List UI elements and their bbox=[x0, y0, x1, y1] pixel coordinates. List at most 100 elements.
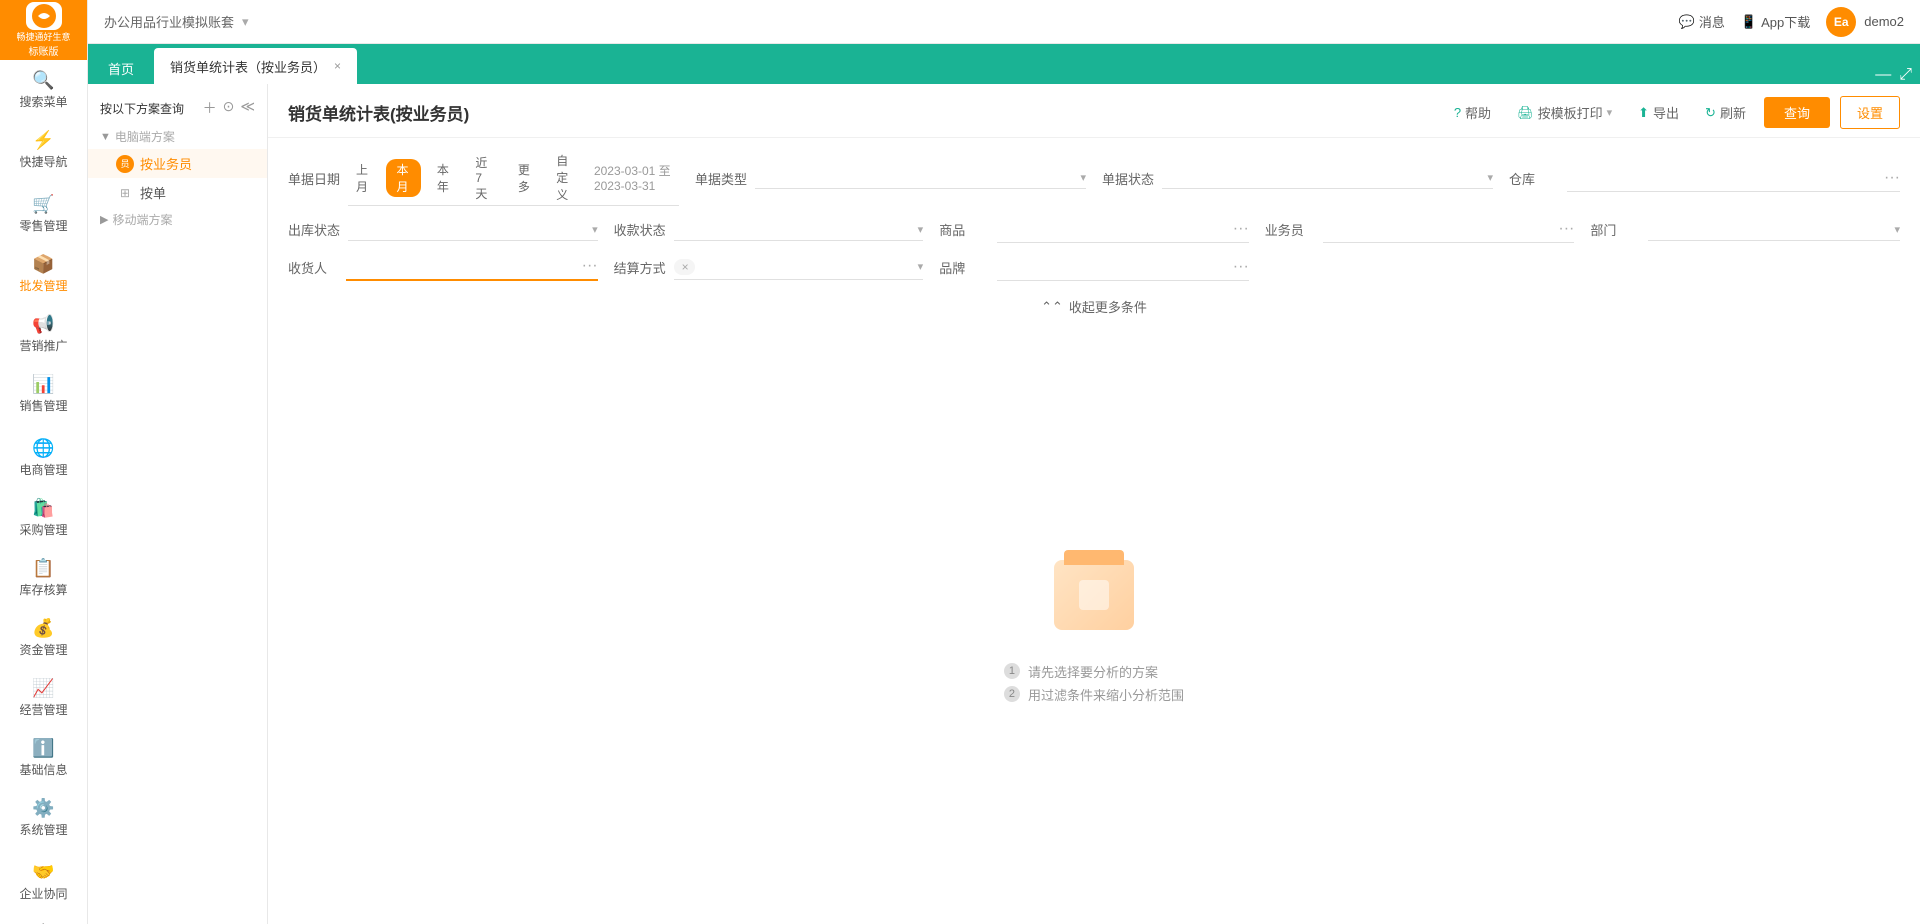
tab-home[interactable]: 首页 bbox=[88, 52, 154, 84]
tab-minimize-button[interactable]: — bbox=[1875, 66, 1891, 84]
date-last-7days[interactable]: 近7天 bbox=[467, 152, 501, 204]
tree-item-by-salesperson[interactable]: 员 按业务员 bbox=[88, 149, 267, 178]
tip-text-1: 请先选择要分析的方案 bbox=[1028, 662, 1158, 681]
settlement-clear-x[interactable]: × bbox=[682, 260, 689, 274]
breadcrumb-dropdown-icon[interactable]: ▾ bbox=[242, 14, 249, 30]
doc-type-select[interactable]: ▾ bbox=[755, 167, 1086, 189]
tip-num-2: 2 bbox=[1004, 686, 1020, 702]
outbound-label: 出库状态 bbox=[288, 220, 340, 239]
empty-tip-1: 1 请先选择要分析的方案 bbox=[1004, 662, 1184, 681]
inventory-icon: 📋 bbox=[32, 558, 54, 579]
empty-tips: 1 请先选择要分析的方案 2 用过滤条件来缩小分析范围 bbox=[1004, 662, 1184, 708]
filter-item-doc-status: 单据状态 ▾ bbox=[1102, 167, 1493, 189]
payment-select[interactable]: ▾ bbox=[674, 219, 924, 241]
tab-close-button[interactable]: × bbox=[334, 59, 341, 73]
refresh-label: 刷新 bbox=[1720, 103, 1746, 122]
export-button[interactable]: ⬆ 导出 bbox=[1630, 99, 1687, 126]
date-this-year[interactable]: 本年 bbox=[429, 159, 459, 197]
goods-label: 商品 bbox=[939, 220, 989, 239]
sidebar-item-inventory[interactable]: 📋 库存核算 bbox=[0, 548, 88, 608]
sidebar-item-ecommerce[interactable]: 🌐 电商管理 bbox=[0, 428, 88, 488]
empty-state-icon bbox=[1044, 550, 1144, 650]
goods-select[interactable]: ··· bbox=[997, 216, 1249, 243]
tab-maximize-button[interactable]: ⤢ bbox=[1899, 66, 1912, 84]
tab-active-label: 销货单统计表（按业务员） bbox=[170, 57, 326, 76]
sidebar-item-wholesale[interactable]: 📦 批发管理 bbox=[0, 244, 88, 304]
goods-dots-icon[interactable]: ··· bbox=[1233, 220, 1249, 238]
sidebar-item-purchase[interactable]: 🛍️ 采购管理 bbox=[0, 488, 88, 548]
empty-tip-2: 2 用过滤条件来缩小分析范围 bbox=[1004, 685, 1184, 704]
consignee-input[interactable]: ··· bbox=[346, 253, 598, 281]
sidebar-item-sales[interactable]: 📊 销售管理 bbox=[0, 364, 88, 424]
tab-bar-actions: — ⤢ bbox=[1867, 66, 1920, 84]
doc-status-select[interactable]: ▾ bbox=[1162, 167, 1493, 189]
date-this-month[interactable]: 本月 bbox=[386, 159, 420, 197]
search-icon: 🔍 bbox=[32, 70, 54, 91]
date-more[interactable]: 更多 bbox=[510, 159, 540, 197]
sidebar-item-operation[interactable]: 📈 经营管理 bbox=[0, 668, 88, 728]
export-label: 导出 bbox=[1653, 103, 1679, 122]
warehouse-dots-icon[interactable]: ··· bbox=[1884, 169, 1900, 187]
doc-status-arrow-icon: ▾ bbox=[1487, 171, 1493, 184]
data-area: 1 请先选择要分析的方案 2 用过滤条件来缩小分析范围 bbox=[268, 334, 1920, 924]
tree-toggle-mobile[interactable]: ▶ bbox=[100, 213, 108, 226]
empty-box-illustration bbox=[1054, 560, 1134, 630]
sidebar-item-system-label: 系统管理 bbox=[19, 821, 67, 838]
message-icon: 💬 bbox=[1679, 14, 1695, 30]
message-label: 消息 bbox=[1699, 12, 1725, 31]
sidebar-item-newuser[interactable]: 🎓 新手引导 bbox=[0, 912, 88, 924]
filter-row-1: 单据日期 上月 本月 本年 近7天 更多 自定义 2023-03-01 至 20… bbox=[288, 150, 1900, 206]
brand-dots-icon[interactable]: ··· bbox=[1233, 258, 1249, 276]
warehouse-select[interactable]: ··· bbox=[1567, 165, 1900, 192]
settings-scheme-button[interactable]: ⊙ bbox=[223, 98, 235, 118]
consignee-dots-icon[interactable]: ··· bbox=[582, 257, 598, 275]
help-icon: ? bbox=[1454, 105, 1461, 120]
sidebar-item-finance[interactable]: 💰 资金管理 bbox=[0, 608, 88, 668]
tree-item-by-order[interactable]: ⊞ 按单 bbox=[88, 178, 267, 207]
outbound-select[interactable]: ▾ bbox=[348, 219, 598, 241]
sidebar-item-system[interactable]: ⚙️ 系统管理 bbox=[0, 788, 88, 848]
salesperson-dots-icon[interactable]: ··· bbox=[1558, 220, 1574, 238]
sidebar-item-basic[interactable]: ℹ️ 基础信息 bbox=[0, 728, 88, 788]
tree-toggle-desktop[interactable]: ▼ bbox=[100, 131, 111, 143]
date-custom[interactable]: 自定义 bbox=[548, 150, 586, 205]
order-scheme-icon: ⊞ bbox=[116, 184, 134, 202]
sidebar-item-quicknav[interactable]: ⚡ 快捷导航 bbox=[0, 120, 88, 180]
date-last-month[interactable]: 上月 bbox=[348, 159, 378, 197]
sidebar-item-marketing[interactable]: 📢 营销推广 bbox=[0, 304, 88, 364]
collapse-filters-button[interactable]: ⌃⌃ 收起更多条件 bbox=[288, 291, 1900, 322]
sidebar-item-inventory-label: 库存核算 bbox=[19, 581, 67, 598]
filter-item-goods: 商品 ··· bbox=[939, 216, 1249, 243]
collapse-panel-button[interactable]: ≪ bbox=[240, 98, 255, 118]
sidebar-item-finance-label: 资金管理 bbox=[19, 641, 67, 658]
tree-section-mobile-label: 移动端方案 bbox=[112, 211, 172, 228]
salesperson-select[interactable]: ··· bbox=[1323, 216, 1575, 243]
brand-select[interactable]: ··· bbox=[997, 254, 1249, 281]
tab-home-label: 首页 bbox=[108, 59, 134, 78]
dept-select[interactable]: ▾ bbox=[1648, 219, 1900, 241]
page-title: 销货单统计表(按业务员) bbox=[288, 100, 469, 125]
query-button[interactable]: 查询 bbox=[1764, 97, 1830, 128]
add-scheme-button[interactable]: ＋ bbox=[203, 98, 217, 118]
refresh-button[interactable]: ↻ 刷新 bbox=[1697, 99, 1754, 126]
user-name: demo2 bbox=[1864, 14, 1904, 29]
empty-state: 1 请先选择要分析的方案 2 用过滤条件来缩小分析范围 bbox=[1004, 550, 1184, 708]
salesperson-label: 业务员 bbox=[1265, 220, 1315, 239]
template-print-button[interactable]: 🖨 按模板打印 ▾ bbox=[1509, 99, 1620, 126]
app-download-button[interactable]: 📱 App下载 bbox=[1741, 12, 1810, 31]
sidebar-item-retail[interactable]: 🛒 零售管理 bbox=[0, 184, 88, 244]
settings-button[interactable]: 设置 bbox=[1840, 96, 1900, 129]
enterprise-icon: 🤝 bbox=[32, 862, 54, 883]
left-panel-title: 按以下方案查询 ＋ ⊙ ≪ bbox=[88, 92, 267, 124]
marketing-icon: 📢 bbox=[32, 314, 54, 335]
logo-version-text: 标账版 bbox=[29, 43, 59, 58]
sidebar-item-enterprise[interactable]: 🤝 企业协同 bbox=[0, 852, 88, 912]
help-button[interactable]: ? 帮助 bbox=[1446, 99, 1499, 126]
tab-active-sales-stats[interactable]: 销货单统计表（按业务员） × bbox=[154, 48, 357, 84]
user-profile[interactable]: Ea demo2 bbox=[1826, 7, 1904, 37]
sidebar-item-sales-label: 销售管理 bbox=[19, 397, 67, 414]
page-header: 销货单统计表(按业务员) ? 帮助 🖨 按模板打印 ▾ ⬆ 导出 bbox=[268, 84, 1920, 138]
sidebar-item-search[interactable]: 🔍 搜索菜单 bbox=[0, 60, 88, 120]
message-button[interactable]: 💬 消息 bbox=[1679, 12, 1725, 31]
settlement-select[interactable]: × ▾ bbox=[674, 255, 924, 280]
